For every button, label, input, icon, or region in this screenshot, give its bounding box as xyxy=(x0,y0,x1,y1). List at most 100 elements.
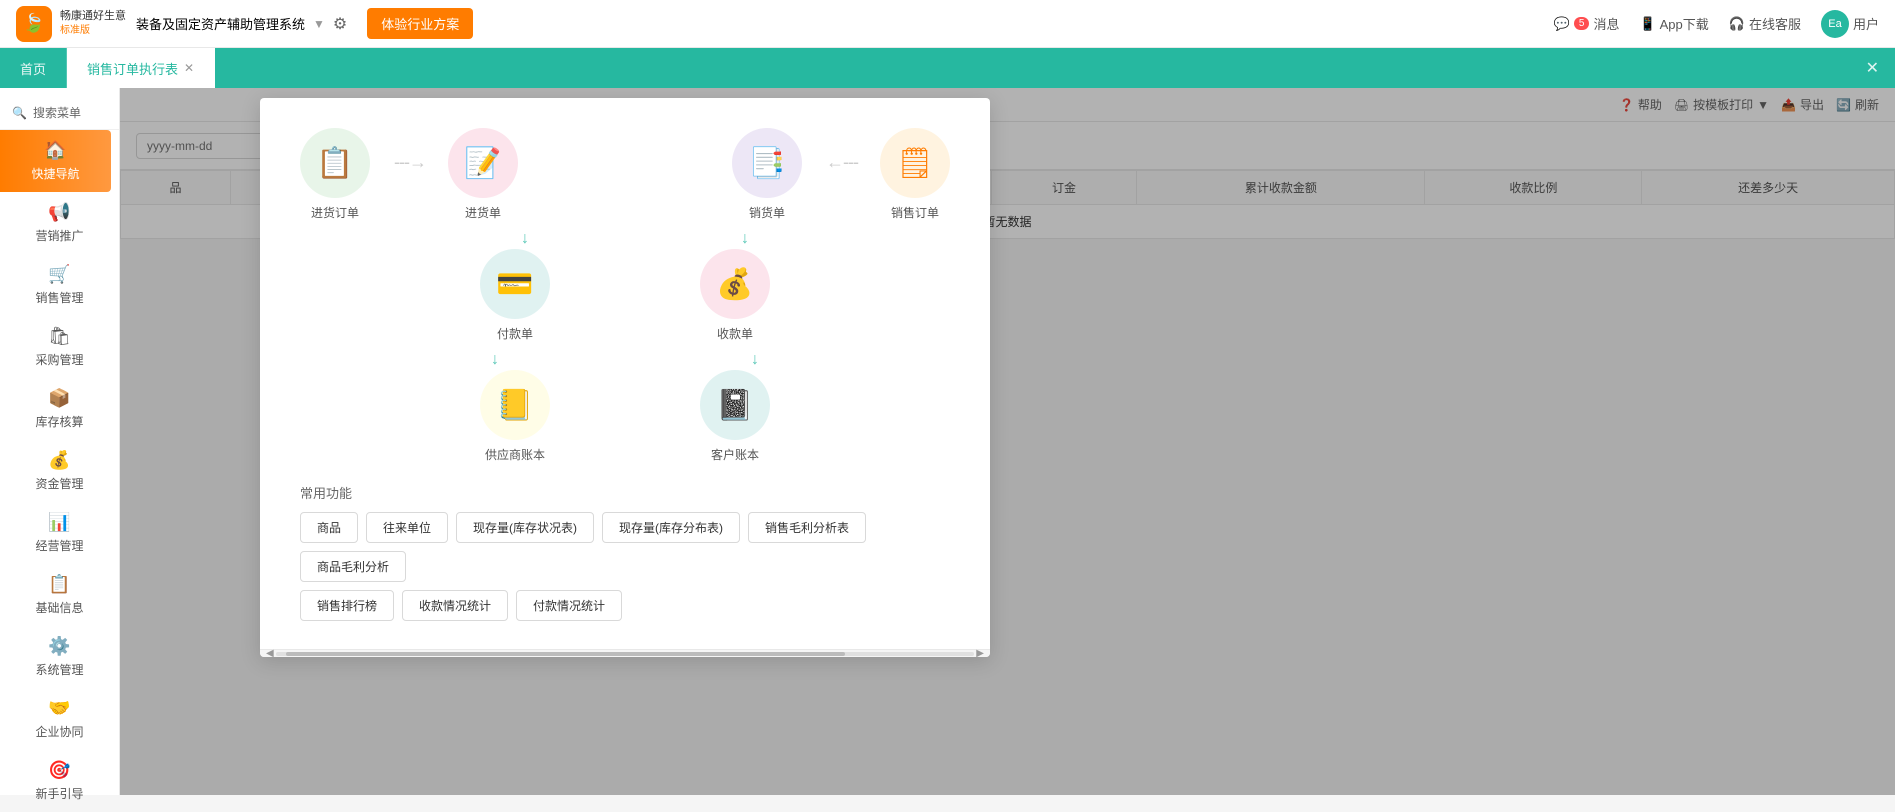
dialog-content: 📋 进货订单 - - - → 📝 xyxy=(260,98,990,649)
avatar: Ea xyxy=(1821,10,1849,38)
scroll-right-icon[interactable]: ▶ xyxy=(974,648,986,657)
app-download-button[interactable]: 📱 App下载 xyxy=(1639,14,1708,33)
receipt-bill-circle: 💰 xyxy=(700,249,770,319)
cooperation-icon: 🤝 xyxy=(48,698,70,719)
func-stock-status-button[interactable]: 现存量(库存状况表) xyxy=(456,512,594,543)
sidebar-item-purchase[interactable]: 🛍 采购管理 xyxy=(0,316,119,378)
header-right: 💬 5 消息 📱 App下载 🎧 在线客服 Ea 用户 xyxy=(1554,10,1879,38)
payment-bill-icon: 💳 xyxy=(496,267,533,302)
node-purchase-order[interactable]: 📋 进货订单 xyxy=(300,128,370,221)
flow-row-1: 📋 进货订单 - - - → 📝 xyxy=(300,128,950,221)
flow-row-3: 📒 供应商账本 📓 客户账本 xyxy=(300,370,950,463)
purchase-bill-icon: 📝 xyxy=(464,146,501,181)
dialog-overlay[interactable]: 📋 进货订单 - - - → 📝 xyxy=(120,88,1895,795)
node-sales-bill[interactable]: 📑 销货单 xyxy=(732,128,802,221)
scrollbar-track[interactable] xyxy=(276,652,975,656)
dropdown-arrow-icon[interactable]: ▼ xyxy=(313,17,325,31)
func-goods-profit-button[interactable]: 商品毛利分析 xyxy=(300,551,406,582)
sidebar-item-system[interactable]: ⚙️ 系统管理 xyxy=(0,626,119,688)
purchase-order-label: 进货订单 xyxy=(311,204,359,221)
supplier-ledger-label: 供应商账本 xyxy=(485,446,545,463)
tab-home[interactable]: 首页 xyxy=(0,48,67,88)
arrow-sales-order-to-sales-bill: ← - - - xyxy=(826,152,856,173)
sidebar-item-marketing[interactable]: 📢 营销推广 xyxy=(0,192,119,254)
system-title: 装备及固定资产辅助管理系统 ▼ ⚙ 体验行业方案 xyxy=(136,8,1554,39)
node-customer-ledger[interactable]: 📓 客户账本 xyxy=(700,370,770,463)
node-purchase-bill[interactable]: 📝 进货单 xyxy=(448,128,518,221)
scrollbar-thumb xyxy=(286,652,845,656)
user-area[interactable]: Ea 用户 xyxy=(1821,10,1879,38)
sidebar-item-sales[interactable]: 🛒 销售管理 xyxy=(0,254,119,316)
system-title-text: 装备及固定资产辅助管理系统 xyxy=(136,14,305,33)
purchase-order-icon: 📋 xyxy=(316,146,353,181)
scroll-left-icon[interactable]: ◀ xyxy=(264,648,276,657)
arrow-purchase-to-purchase-bill: - - - → xyxy=(394,152,424,173)
customer-service-button[interactable]: 🎧 在线客服 xyxy=(1729,14,1801,33)
sidebar-item-basic-info[interactable]: 📋 基础信息 xyxy=(0,564,119,626)
settings-icon[interactable]: ⚙ xyxy=(333,14,347,34)
payment-bill-circle: 💳 xyxy=(480,249,550,319)
func-sales-rank-button[interactable]: 销售排行榜 xyxy=(300,590,394,621)
node-supplier-ledger[interactable]: 📒 供应商账本 xyxy=(480,370,550,463)
customer-ledger-circle: 📓 xyxy=(700,370,770,440)
sidebar-item-enterprise[interactable]: 🤝 企业协同 xyxy=(0,688,119,750)
receipt-bill-label: 收款单 xyxy=(717,325,753,342)
sidebar-item-finance[interactable]: 💰 资金管理 xyxy=(0,440,119,502)
sales-bill-icon: 📑 xyxy=(748,146,785,181)
payment-bill-label: 付款单 xyxy=(497,325,533,342)
sidebar-item-inventory[interactable]: 📦 库存核算 xyxy=(0,378,119,440)
sales-bill-label: 销货单 xyxy=(749,204,785,221)
customer-ledger-icon: 📓 xyxy=(716,388,753,423)
arrow-down-payment: ↓ xyxy=(491,352,499,368)
home-icon: 🏠 xyxy=(44,140,66,161)
tab-close-icon[interactable]: ✕ xyxy=(184,61,194,75)
box-icon: 📦 xyxy=(48,388,70,409)
arrow-down-purchase-bill: ↓ xyxy=(521,231,529,247)
sales-order-label: 销售订单 xyxy=(891,204,939,221)
top-header: 🍃 畅康通好生意 标准版 装备及固定资产辅助管理系统 ▼ ⚙ 体验行业方案 💬 … xyxy=(0,0,1895,48)
func-partner-button[interactable]: 往来单位 xyxy=(366,512,448,543)
common-functions-title: 常用功能 xyxy=(300,483,950,502)
node-receipt-bill[interactable]: 💰 收款单 xyxy=(700,249,770,342)
func-buttons-row2: 销售排行榜 收款情况统计 付款情况统计 xyxy=(300,590,950,621)
phone-icon: 📱 xyxy=(1639,16,1655,32)
guide-icon: 🎯 xyxy=(48,760,70,781)
node-sales-order[interactable]: 🗒 销售订单 xyxy=(880,128,950,221)
sidebar-item-quick-nav[interactable]: 🏠 快捷导航 xyxy=(0,130,111,192)
gear-icon: ⚙️ xyxy=(48,636,70,657)
sales-order-icon: 🗒 xyxy=(896,146,934,181)
finance-icon: 💰 xyxy=(48,450,70,471)
arrow-down-sales-bill: ↓ xyxy=(741,231,749,247)
sales-bill-circle: 📑 xyxy=(732,128,802,198)
func-receipt-stats-button[interactable]: 收款情况统计 xyxy=(402,590,508,621)
func-payment-stats-button[interactable]: 付款情况统计 xyxy=(516,590,622,621)
trial-button[interactable]: 体验行业方案 xyxy=(367,8,473,39)
func-sales-profit-button[interactable]: 销售毛利分析表 xyxy=(748,512,866,543)
sidebar-item-newbie[interactable]: 🎯 新手引导 xyxy=(0,750,119,812)
dialog-scrollbar: ◀ ▶ xyxy=(260,649,990,657)
supplier-ledger-circle: 📒 xyxy=(480,370,550,440)
node-payment-bill[interactable]: 💳 付款单 xyxy=(480,249,550,342)
arrows-down-row: ↓ ↓ xyxy=(300,229,950,249)
sales-order-circle: 🗒 xyxy=(880,128,950,198)
func-stock-dist-button[interactable]: 现存量(库存分布表) xyxy=(602,512,740,543)
content-area: ❓ 帮助 🖨 按模板打印 ▼ 📤 导出 🔄 刷新 xyxy=(120,88,1895,795)
customer-ledger-label: 客户账本 xyxy=(711,446,759,463)
sidebar: 🔍 搜索菜单 🏠 快捷导航 📢 营销推广 🛒 销售管理 🛍 采购管理 📦 库存核… xyxy=(0,88,120,795)
chart-icon: 📊 xyxy=(48,512,70,533)
headset-icon: 🎧 xyxy=(1729,16,1745,32)
arrows-down-row-2: ↓ ↓ xyxy=(300,350,950,370)
search-menu[interactable]: 🔍 搜索菜单 xyxy=(0,96,119,130)
main-layout: 🔍 搜索菜单 🏠 快捷导航 📢 营销推广 🛒 销售管理 🛍 采购管理 📦 库存核… xyxy=(0,88,1895,795)
logo-text: 畅康通好生意 标准版 xyxy=(60,9,126,38)
func-goods-button[interactable]: 商品 xyxy=(300,512,358,543)
tab-bar-close-icon[interactable]: ✕ xyxy=(1850,58,1895,78)
tab-sales-order[interactable]: 销售订单执行表 ✕ xyxy=(67,48,215,88)
cart-icon: 🛒 xyxy=(48,264,70,285)
message-button[interactable]: 💬 5 消息 xyxy=(1554,14,1620,33)
shopping-icon: 🛍 xyxy=(48,326,71,347)
sidebar-item-management[interactable]: 📊 经营管理 xyxy=(0,502,119,564)
common-functions: 常用功能 商品 往来单位 现存量(库存状况表) 现存量(库存分布表) 销售毛利分… xyxy=(300,483,950,621)
logo-icon: 🍃 xyxy=(16,6,52,42)
logo-area: 🍃 畅康通好生意 标准版 xyxy=(16,6,136,42)
